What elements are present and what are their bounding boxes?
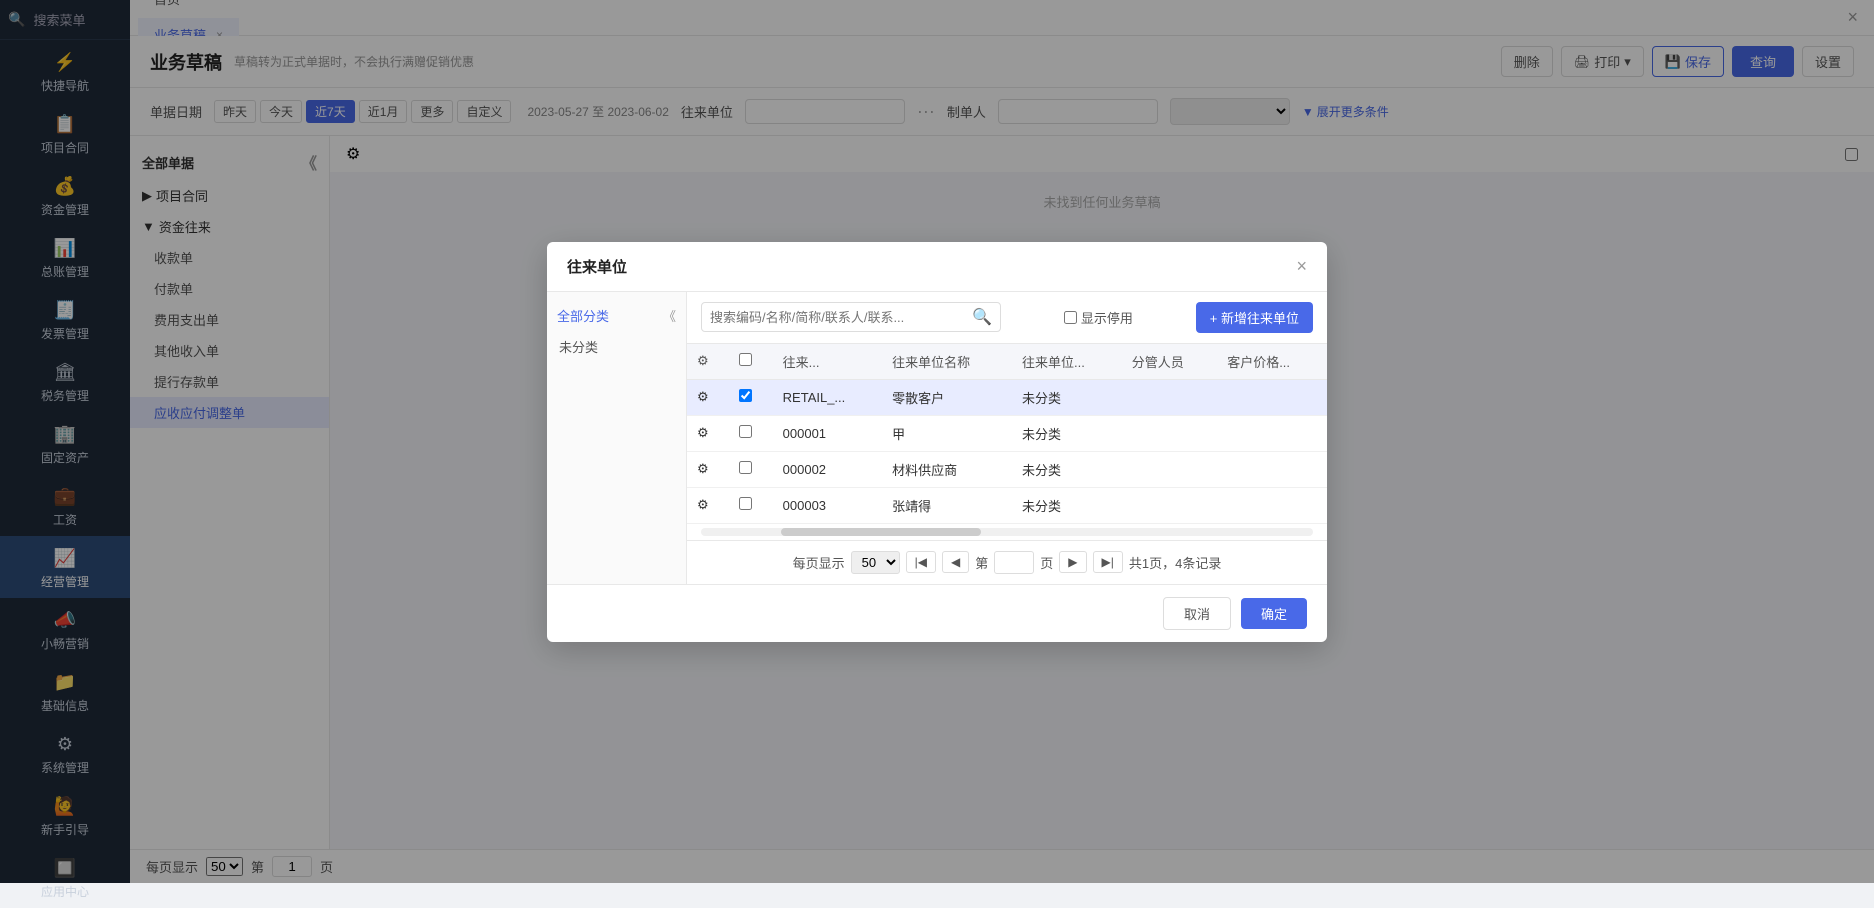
row-checkbox[interactable]: [729, 379, 773, 415]
row-category: 未分类: [1012, 451, 1122, 487]
row-settings-icon: ⚙: [697, 389, 709, 404]
row-code: 000002: [773, 451, 882, 487]
modal-col-header-category: 往来单位...: [1012, 344, 1122, 380]
row-price-level: [1217, 379, 1327, 415]
row-category: 未分类: [1012, 415, 1122, 451]
last-page-button[interactable]: ▶|: [1093, 551, 1123, 573]
prev-page-button[interactable]: ◀: [942, 551, 969, 573]
modal-col-header-price-level: 客户价格...: [1217, 344, 1327, 380]
row-code: 000001: [773, 415, 882, 451]
modal-left-header: 全部分类 《: [547, 300, 686, 331]
page-label: 第: [975, 553, 988, 572]
row-manager: [1122, 379, 1217, 415]
modal-close-button[interactable]: ×: [1296, 256, 1307, 277]
row-select-checkbox[interactable]: [739, 497, 752, 510]
row-settings[interactable]: ⚙: [687, 451, 729, 487]
modal-col-header-code: 往来...: [773, 344, 882, 380]
row-manager: [1122, 451, 1217, 487]
modal-select-all[interactable]: [739, 353, 752, 366]
modal-right-panel: 🔍 显示停用 + 新增往来单位 ⚙ 往来...往来单位名称往来单位...分管人员客…: [687, 292, 1327, 584]
modal-title: 往来单位: [567, 256, 627, 277]
modal-category-unclassified[interactable]: 未分类: [547, 331, 686, 362]
modal-table-row[interactable]: ⚙ 000001 甲 未分类: [687, 415, 1327, 451]
modal-table-row[interactable]: ⚙ RETAIL_... 零散客户 未分类: [687, 379, 1327, 415]
modal-scrollbar[interactable]: [701, 528, 1313, 536]
modal-search-bar: 🔍: [701, 302, 1001, 332]
settings-col-icon[interactable]: ⚙: [697, 353, 709, 368]
modal-table-row[interactable]: ⚙ 000002 材料供应商 未分类: [687, 451, 1327, 487]
row-settings-icon: ⚙: [697, 425, 709, 440]
modal-header: 往来单位 ×: [547, 242, 1327, 292]
row-checkbox[interactable]: [729, 487, 773, 523]
modal-table-header-row: ⚙ 往来...往来单位名称往来单位...分管人员客户价格...: [687, 344, 1327, 380]
row-settings[interactable]: ⚙: [687, 415, 729, 451]
modal-col-header-manager: 分管人员: [1122, 344, 1217, 380]
row-category: 未分类: [1012, 487, 1122, 523]
row-code: RETAIL_...: [773, 379, 882, 415]
row-code: 000003: [773, 487, 882, 523]
row-price-level: [1217, 415, 1327, 451]
modal-toolbar: 🔍 显示停用 + 新增往来单位: [687, 292, 1327, 344]
per-page-select[interactable]: 50: [851, 551, 900, 574]
modal-col-header-name: 往来单位名称: [882, 344, 1012, 380]
row-select-checkbox[interactable]: [739, 389, 752, 402]
row-price-level: [1217, 487, 1327, 523]
modal-table-container: ⚙ 往来...往来单位名称往来单位...分管人员客户价格... ⚙ RETAIL_…: [687, 344, 1327, 524]
sidebar-label-app-center: 应用中心: [41, 883, 89, 900]
row-name: 张靖得: [882, 487, 1012, 523]
modal-scrollbar-thumb: [781, 528, 981, 536]
modal-overlay: 往来单位 × 全部分类 《 未分类 🔍: [0, 0, 1874, 883]
add-counterpart-button[interactable]: + 新增往来单位: [1196, 302, 1313, 333]
total-label: 共1页，4条记录: [1129, 553, 1221, 572]
modal-table: ⚙ 往来...往来单位名称往来单位...分管人员客户价格... ⚙ RETAIL_…: [687, 344, 1327, 524]
modal-category-list: 未分类: [547, 331, 686, 362]
modal-pagination: 每页显示 50 |◀ ◀ 第 1 页 ▶ ▶| 共1页，4条记录: [687, 540, 1327, 584]
row-checkbox[interactable]: [729, 415, 773, 451]
page-suffix: 页: [1040, 553, 1053, 572]
modal-left-collapse-icon[interactable]: 《: [663, 306, 676, 325]
row-settings[interactable]: ⚙: [687, 379, 729, 415]
first-page-button[interactable]: |◀: [906, 551, 936, 573]
modal-table-row[interactable]: ⚙ 000003 张靖得 未分类: [687, 487, 1327, 523]
row-settings-icon: ⚙: [697, 461, 709, 476]
row-settings[interactable]: ⚙: [687, 487, 729, 523]
next-page-button[interactable]: ▶: [1059, 551, 1086, 573]
modal-search-input[interactable]: [710, 310, 968, 325]
modal-page-input[interactable]: 1: [994, 551, 1034, 574]
confirm-button[interactable]: 确定: [1241, 598, 1307, 629]
row-select-checkbox[interactable]: [739, 425, 752, 438]
modal-col-header-checkbox: [729, 344, 773, 380]
show-disabled-label[interactable]: 显示停用: [1064, 308, 1133, 327]
row-name: 零散客户: [882, 379, 1012, 415]
row-checkbox[interactable]: [729, 451, 773, 487]
row-category: 未分类: [1012, 379, 1122, 415]
row-manager: [1122, 415, 1217, 451]
row-select-checkbox[interactable]: [739, 461, 752, 474]
modal-col-header-settings: ⚙: [687, 344, 729, 380]
per-page-label: 每页显示: [793, 553, 845, 572]
modal-footer: 取消 确定: [547, 584, 1327, 642]
modal-table-body: ⚙ RETAIL_... 零散客户 未分类 ⚙ 000001 甲 未分类 ⚙ 0…: [687, 379, 1327, 523]
modal-dialog: 往来单位 × 全部分类 《 未分类 🔍: [547, 242, 1327, 642]
row-settings-icon: ⚙: [697, 497, 709, 512]
row-price-level: [1217, 451, 1327, 487]
modal-body: 全部分类 《 未分类 🔍 显示停用 + 新增往来单位: [547, 292, 1327, 584]
cancel-button[interactable]: 取消: [1163, 597, 1231, 630]
row-manager: [1122, 487, 1217, 523]
row-name: 甲: [882, 415, 1012, 451]
modal-table-header: ⚙ 往来...往来单位名称往来单位...分管人员客户价格...: [687, 344, 1327, 380]
modal-search-icon: 🔍: [972, 307, 992, 327]
show-disabled-checkbox[interactable]: [1064, 311, 1077, 324]
row-name: 材料供应商: [882, 451, 1012, 487]
modal-left-panel: 全部分类 《 未分类: [547, 292, 687, 584]
modal-left-title: 全部分类: [557, 306, 609, 325]
